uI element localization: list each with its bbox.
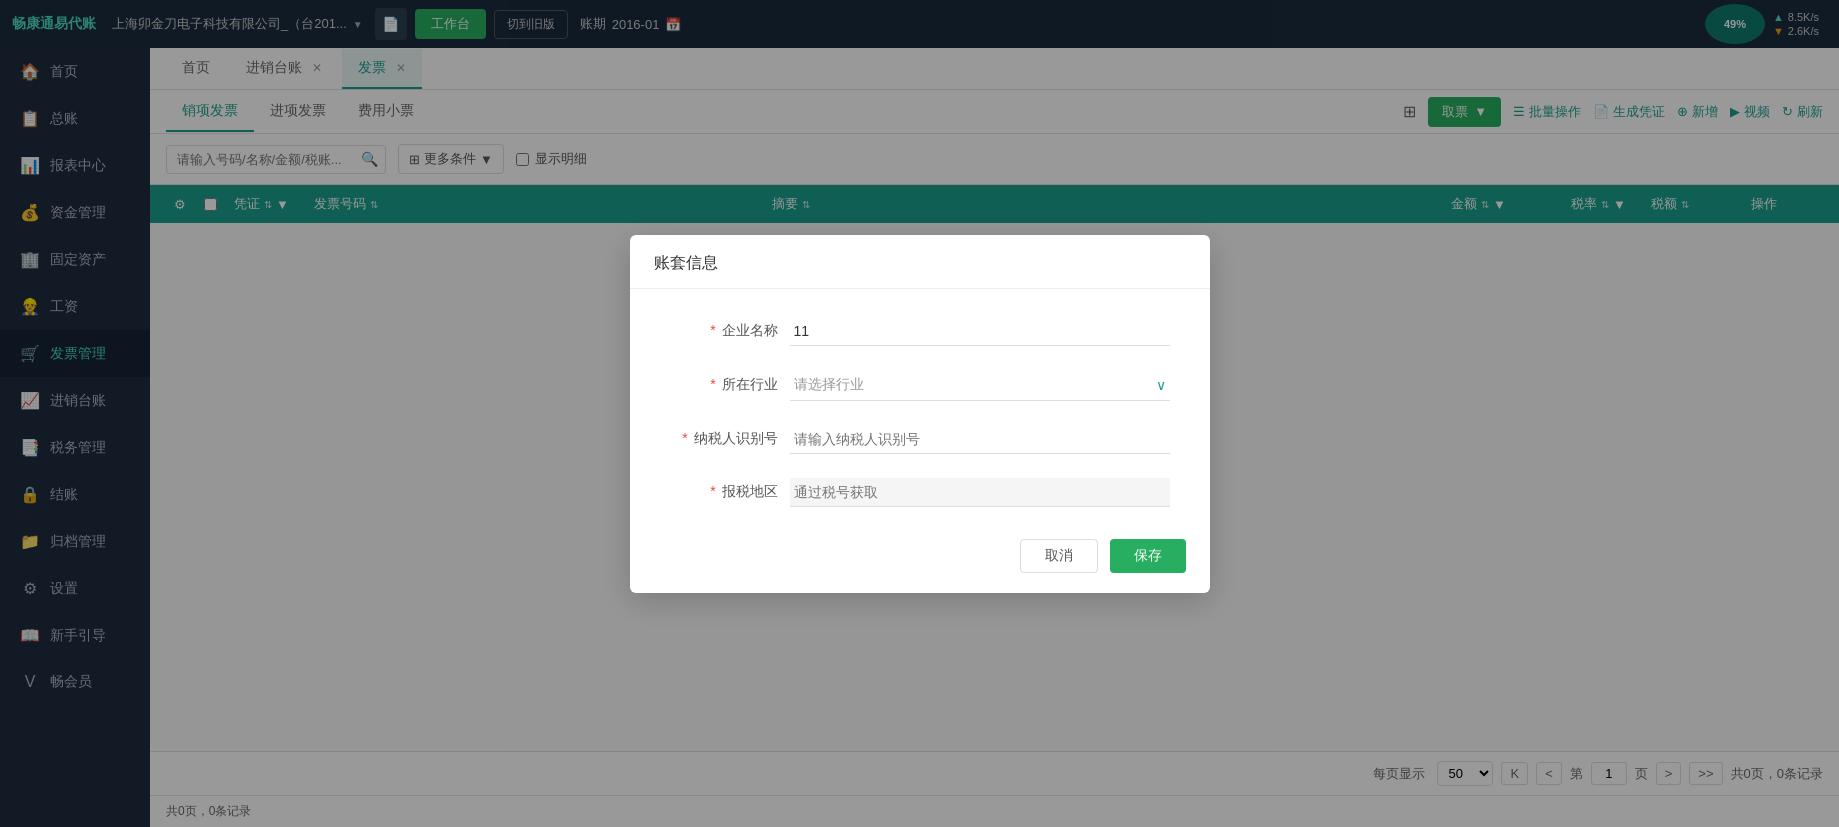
industry-row: * 所在行业 请选择行业 ∨ — [670, 370, 1170, 401]
dialog-title: 账套信息 — [630, 235, 1210, 289]
tax-region-input — [790, 478, 1170, 507]
dialog-footer: 取消 保存 — [630, 527, 1210, 593]
industry-placeholder: 请选择行业 — [794, 376, 864, 394]
industry-label: * 所在行业 — [670, 376, 790, 394]
dialog-body: * 企业名称 * 所在行业 请选择行业 ∨ * — [630, 289, 1210, 527]
tax-region-label: * 报税地区 — [670, 483, 790, 501]
tax-id-label: * 纳税人识别号 — [670, 430, 790, 448]
industry-select[interactable]: 请选择行业 ∨ — [790, 370, 1170, 401]
required-star: * — [682, 430, 687, 446]
save-button[interactable]: 保存 — [1110, 539, 1186, 573]
company-name-row: * 企业名称 — [670, 317, 1170, 346]
required-star: * — [710, 376, 715, 392]
dialog-overlay[interactable]: 账套信息 * 企业名称 * 所在行业 请选择行业 ∨ — [0, 0, 1839, 827]
tax-region-row: * 报税地区 — [670, 478, 1170, 507]
account-info-dialog: 账套信息 * 企业名称 * 所在行业 请选择行业 ∨ — [630, 235, 1210, 593]
cancel-button[interactable]: 取消 — [1020, 539, 1098, 573]
required-star: * — [710, 483, 715, 499]
tax-id-row: * 纳税人识别号 — [670, 425, 1170, 454]
industry-chevron-icon: ∨ — [1156, 377, 1166, 393]
company-name-label: * 企业名称 — [670, 322, 790, 340]
company-name-input[interactable] — [790, 317, 1170, 346]
required-star: * — [710, 322, 715, 338]
tax-id-input[interactable] — [790, 425, 1170, 454]
